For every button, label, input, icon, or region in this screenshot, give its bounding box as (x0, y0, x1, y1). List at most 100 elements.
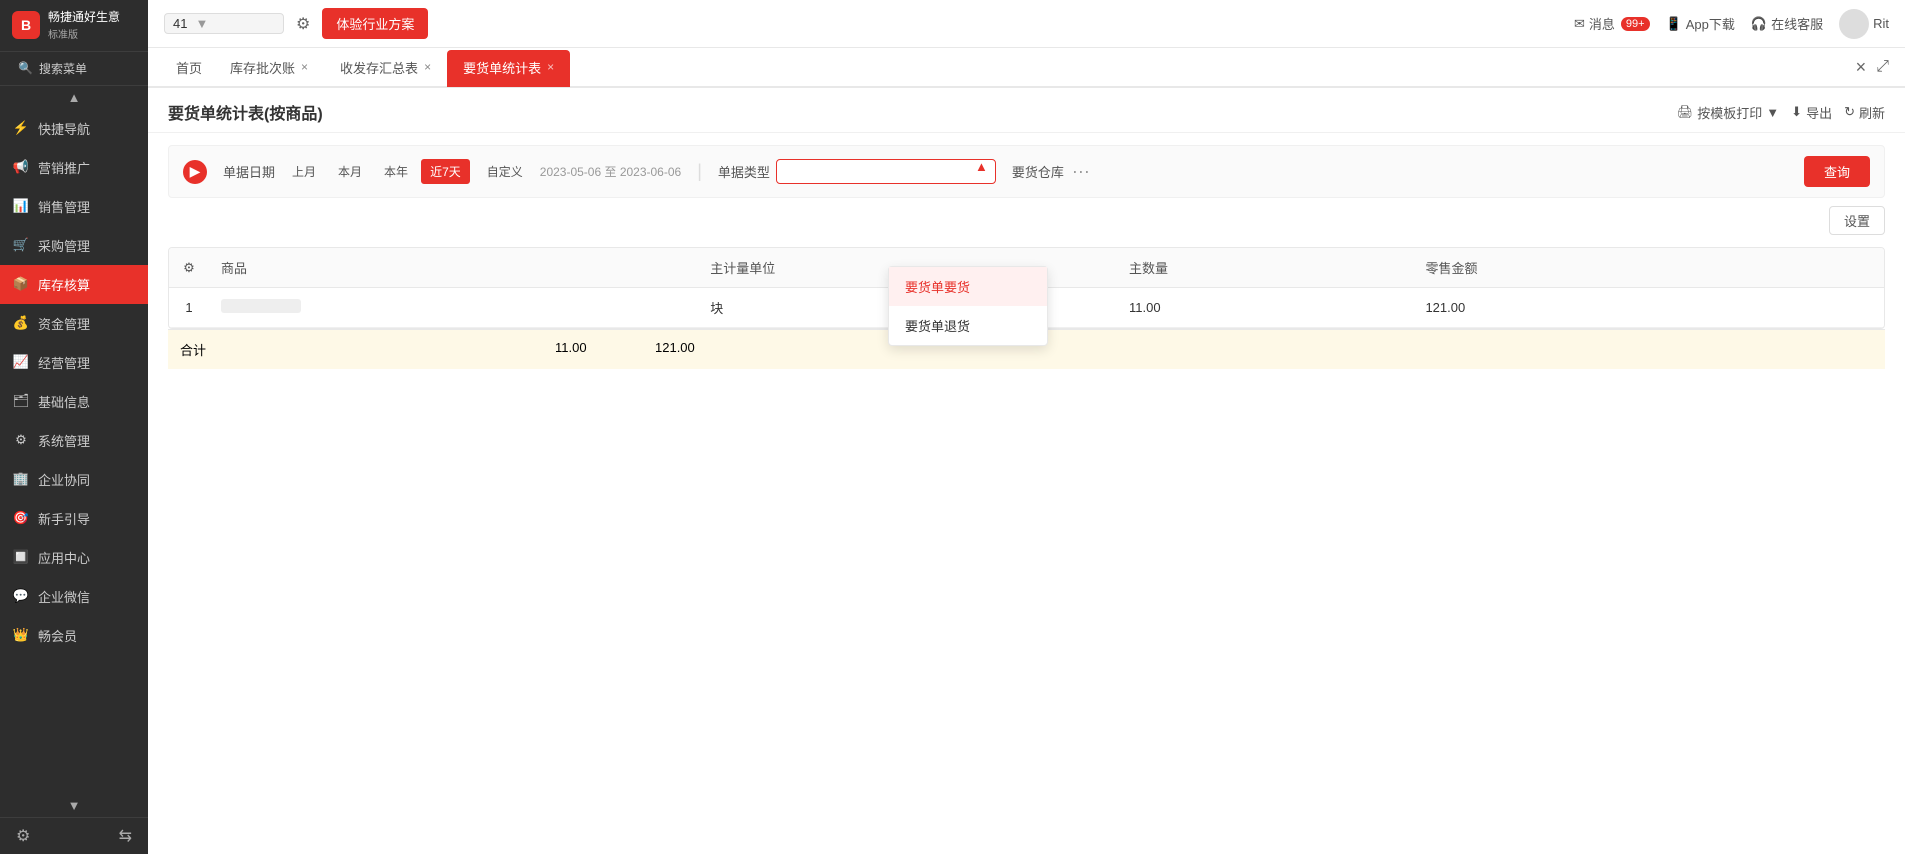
tab-close-icon[interactable]: × (547, 60, 554, 74)
support-action[interactable]: 🎧 在线客服 (1751, 14, 1823, 33)
sidebar-item-inventory[interactable]: 📦 库存核算 (0, 265, 148, 304)
sidebar-item-purchase[interactable]: 🛒 采购管理 (0, 226, 148, 265)
wechat-icon: 💬 (12, 587, 30, 605)
sidebar-item-wechat[interactable]: 💬 企业微信 (0, 577, 148, 616)
messages-badge: 99+ (1621, 17, 1650, 31)
col-header-product: 商品 (209, 248, 698, 288)
sidebar-item-quick-nav[interactable]: ⚡ 快捷导航 (0, 109, 148, 148)
print-label: 按模板打印 (1697, 103, 1762, 122)
col-header-quantity: 主数量 (1117, 248, 1413, 288)
sidebar-collapse-icon[interactable]: ⇆ (119, 826, 132, 846)
sidebar-scroll-up[interactable]: ▲ (0, 86, 148, 109)
dropdown-item-return-goods[interactable]: 要货单退货 (889, 306, 1047, 345)
sidebar-item-finance[interactable]: 💰 资金管理 (0, 304, 148, 343)
period-last-month[interactable]: 上月 (283, 159, 325, 184)
sidebar-scroll-down[interactable]: ▼ (0, 794, 148, 817)
sidebar-search[interactable]: 🔍 搜索菜单 (0, 52, 148, 86)
main-area: 41 ▼ ⚙ 体验行业方案 ✉ 消息 99+ 📱 App下载 🎧 在线客服 R (148, 0, 1905, 854)
sidebar-item-label: 企业微信 (38, 587, 90, 606)
quick-nav-icon: ⚡ (12, 119, 30, 137)
topbar: 41 ▼ ⚙ 体验行业方案 ✉ 消息 99+ 📱 App下载 🎧 在线客服 R (148, 0, 1905, 48)
logo-name: 畅捷通好生意 (48, 10, 120, 26)
tab-label: 要货单统计表 (463, 58, 541, 77)
filter-order-type-label: 单据类型 (718, 162, 770, 181)
sidebar: B 畅捷通好生意 标准版 🔍 搜索菜单 ▲ ⚡ 快捷导航 📢 营销推广 📊 销售… (0, 0, 148, 854)
filter-order-type-group: 单据类型 ▲ (718, 159, 996, 184)
window-close-icon[interactable]: × (1856, 57, 1867, 78)
guide-icon: 🎯 (12, 509, 30, 527)
sidebar-item-label: 采购管理 (38, 236, 90, 255)
selector-value: 41 (173, 16, 187, 31)
messages-label: 消息 (1589, 14, 1615, 33)
chevron-down-icon: ▼ (1766, 105, 1779, 120)
sidebar-item-enterprise[interactable]: 🏢 企业协同 (0, 460, 148, 499)
topbar-settings-button[interactable]: ⚙ (292, 10, 314, 38)
sidebar-item-sales[interactable]: 📊 销售管理 (0, 187, 148, 226)
col-header-extra (1771, 248, 1884, 288)
page-actions: 🖨 按模板打印 ▼ ⬇ 导出 ↻ 刷新 (1677, 103, 1885, 122)
account-selector[interactable]: 41 ▼ (164, 13, 284, 34)
sidebar-item-label: 营销推广 (38, 158, 90, 177)
filter-expand-button[interactable]: ▶ (183, 160, 207, 184)
order-type-input[interactable] (776, 159, 996, 184)
sidebar-item-marketing[interactable]: 📢 营销推广 (0, 148, 148, 187)
footer-amount: 121.00 (655, 340, 755, 359)
app-download-label: App下载 (1686, 14, 1735, 33)
filter-more-icon[interactable]: ··· (1072, 161, 1090, 182)
support-label: 在线客服 (1771, 14, 1823, 33)
basic-icon: 🗂 (12, 392, 30, 410)
tab-order-summary[interactable]: 要货单统计表 × (447, 50, 570, 87)
page-title: 要货单统计表(按商品) (168, 100, 323, 124)
period-custom[interactable]: 自定义 (478, 159, 532, 184)
logo-text-group: 畅捷通好生意 标准版 (48, 10, 120, 41)
user-profile[interactable]: Rit (1839, 9, 1889, 39)
sidebar-item-basic[interactable]: 🗂 基础信息 (0, 382, 148, 421)
sidebar-item-system[interactable]: ⚙ 系统管理 (0, 421, 148, 460)
export-label: 导出 (1806, 103, 1832, 122)
sidebar-logo: B 畅捷通好生意 标准版 (0, 0, 148, 52)
period-this-year[interactable]: 本年 (375, 159, 417, 184)
chevron-down-icon: ▼ (195, 16, 208, 31)
marketing-icon: 📢 (12, 158, 30, 176)
sidebar-item-label: 库存核算 (38, 275, 90, 294)
tabbar-window-controls: × ⤢ (1856, 57, 1889, 78)
message-icon: ✉ (1574, 16, 1585, 32)
period-this-month[interactable]: 本月 (329, 159, 371, 184)
finance-icon: 💰 (12, 314, 30, 332)
window-maximize-icon[interactable]: ⤢ (1876, 58, 1889, 76)
export-button[interactable]: ⬇ 导出 (1791, 103, 1832, 122)
sidebar-item-label: 快捷导航 (38, 119, 90, 138)
sidebar-settings-icon[interactable]: ⚙ (16, 826, 30, 846)
sidebar-item-appstore[interactable]: 🔲 应用中心 (0, 538, 148, 577)
query-button[interactable]: 查询 (1804, 156, 1870, 187)
tab-receive-summary[interactable]: 收发存汇总表 × (324, 50, 447, 87)
sidebar-item-guide[interactable]: 🎯 新手引导 (0, 499, 148, 538)
tab-label: 收发存汇总表 (340, 58, 418, 77)
print-button[interactable]: 🖨 按模板打印 ▼ (1677, 103, 1779, 122)
sidebar-item-operations[interactable]: 📈 经营管理 (0, 343, 148, 382)
topbar-left: 41 ▼ ⚙ 体验行业方案 (164, 8, 1574, 39)
tab-home[interactable]: 首页 (164, 50, 214, 87)
appstore-icon: 🔲 (12, 548, 30, 566)
search-icon: 🔍 (18, 61, 33, 75)
tab-inventory-batch[interactable]: 库存批次账 × (214, 50, 324, 87)
table-settings-button[interactable]: 设置 (1829, 206, 1885, 235)
sidebar-item-member[interactable]: 👑 畅会员 (0, 616, 148, 655)
dropdown-item-order-goods[interactable]: 要货单要货 (889, 267, 1047, 306)
sales-icon: 📊 (12, 197, 30, 215)
refresh-button[interactable]: ↻ 刷新 (1844, 103, 1885, 122)
cell-product (209, 288, 698, 328)
messages-action[interactable]: ✉ 消息 99+ (1574, 14, 1650, 33)
period-last-7-days[interactable]: 近7天 (421, 159, 470, 184)
app-download-action[interactable]: 📱 App下载 (1666, 14, 1735, 33)
cell-index: 1 (169, 288, 209, 328)
tab-close-icon[interactable]: × (424, 60, 431, 74)
page-header: 要货单统计表(按商品) 🖨 按模板打印 ▼ ⬇ 导出 ↻ 刷新 (148, 88, 1905, 133)
sidebar-bottom: ⚙ ⇆ (0, 817, 148, 854)
filter-warehouse-group: 要货仓库 ··· (1012, 161, 1090, 182)
col-header-settings[interactable]: ⚙ (169, 248, 209, 288)
tab-close-icon[interactable]: × (301, 60, 308, 74)
industry-solution-button[interactable]: 体验行业方案 (322, 8, 428, 39)
inventory-icon: 📦 (12, 275, 30, 293)
logo-icon: B (12, 11, 40, 39)
